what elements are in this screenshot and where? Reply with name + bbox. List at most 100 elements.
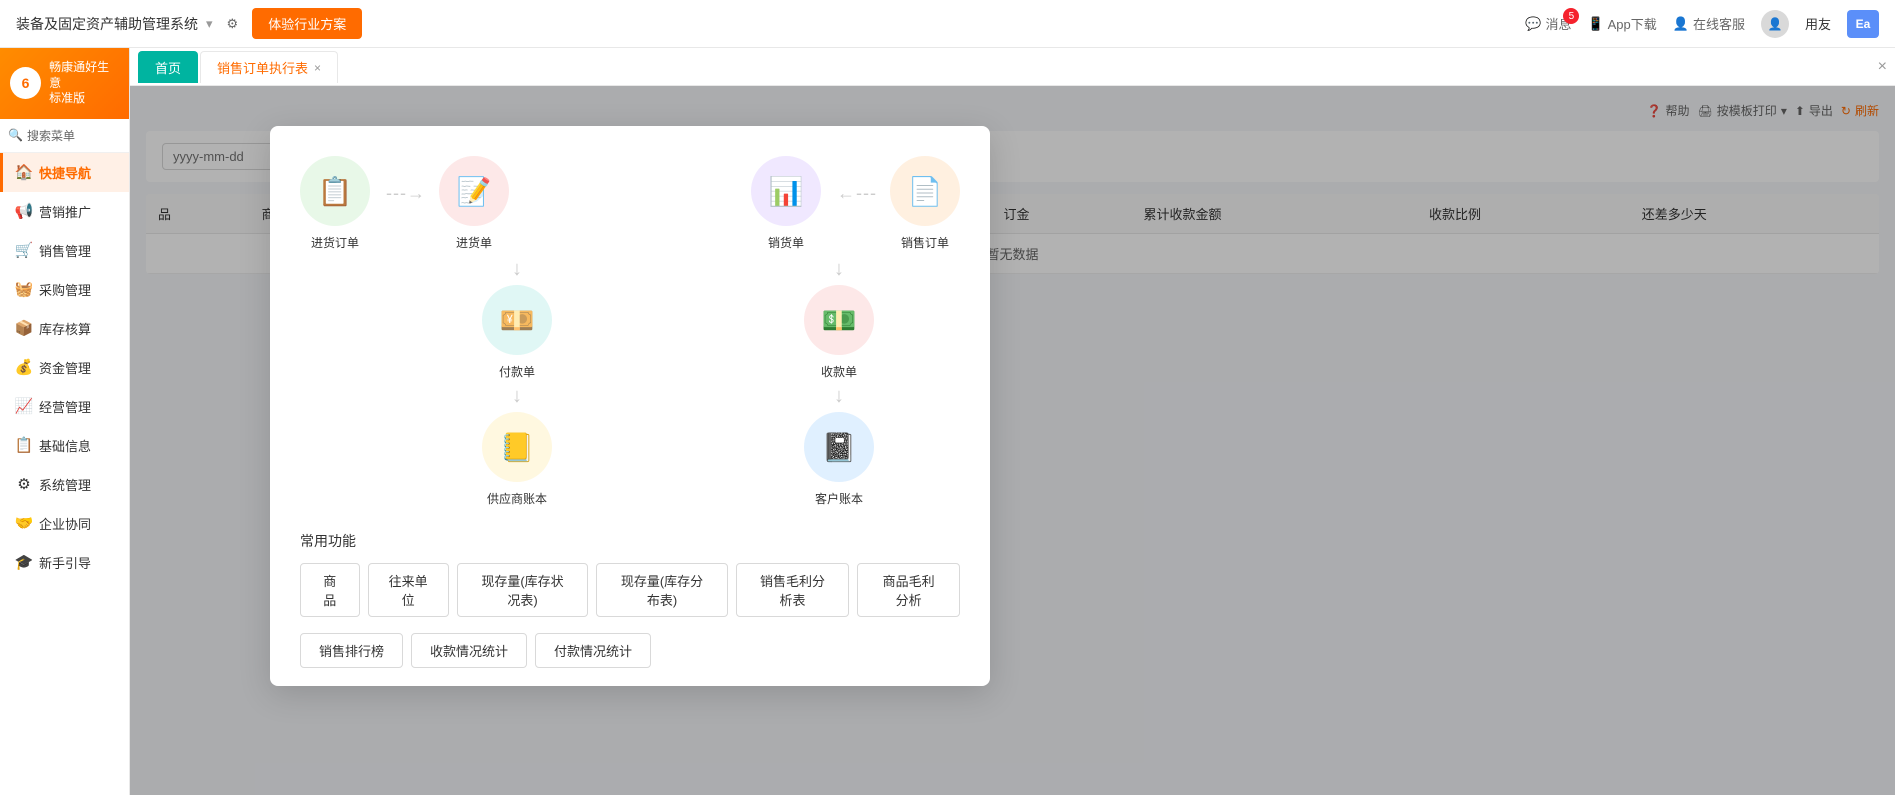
tab-close-btn[interactable]: × (314, 61, 321, 75)
flow-node-customer[interactable]: 📓 客户账本 (804, 412, 874, 507)
receipt-col: ↓ 💵 收款单 ↓ 📓 客户账本 (804, 259, 874, 507)
quick-btn-0-3[interactable]: 现存量(库存分布表) (596, 563, 728, 617)
tab-bar-close-btn[interactable]: × (1878, 58, 1887, 76)
message-badge: 5 (1563, 8, 1579, 24)
online-service-btn[interactable]: 👤 在线客服 (1673, 14, 1745, 33)
flow-node-supplier[interactable]: 📒 供应商账本 (482, 412, 552, 507)
arrow-down-receipt: ↓ (834, 259, 844, 279)
sidebar-nav: 🏠快捷导航📢营销推广🛒销售管理 🧺 采购管理 📦 库存核算 💰 资金管理 📈经营管理📋基础信息… (0, 153, 129, 582)
sales-order-tab-label: 销售订单执行表 (217, 58, 308, 77)
nav-icon-system: ⚙ (15, 475, 33, 493)
user-avatar: 👤 (1761, 10, 1789, 38)
quick-buttons-container: 商品往来单位现存量(库存状况表)现存量(库存分布表)销售毛利分析表商品毛利分析销… (300, 563, 960, 676)
top-bar-right: 💬 消息 5 📱 App下载 👤 在线客服 👤 用友 Ea (1525, 10, 1879, 38)
flow-node-purchase-bill[interactable]: 📝 进货单 (439, 156, 509, 251)
sidebar-item-home[interactable]: 🏠快捷导航 (0, 153, 129, 192)
sidebar-search[interactable]: 🔍 搜索菜单 (0, 119, 129, 153)
tab-sales-order[interactable]: 销售订单执行表 × (200, 51, 338, 83)
nav-icon-home: 🏠 (15, 163, 33, 181)
nav-icon-finance: 💰 (15, 358, 33, 376)
sidebar-item-purchase[interactable]: 🧺 采购管理 (0, 270, 129, 309)
sales-order-label: 销售订单 (901, 234, 949, 251)
quick-btn-0-4[interactable]: 销售毛利分析表 (736, 563, 850, 617)
sales-bill-icon: 📊 (751, 156, 821, 226)
dropdown-icon[interactable]: ▾ (206, 16, 213, 32)
message-icon: 💬 (1525, 16, 1541, 32)
payment-label: 付款单 (499, 363, 535, 380)
experience-button[interactable]: 体验行业方案 (252, 8, 362, 39)
purchase-order-icon: 📋 (300, 156, 370, 226)
tab-home[interactable]: 首页 (138, 51, 198, 83)
quick-btn-0-0[interactable]: 商品 (300, 563, 360, 617)
arrow-down-customer: ↓ (834, 386, 844, 406)
app-download-label: App下载 (1608, 14, 1657, 33)
sidebar-item-collab[interactable]: 🤝企业协同 (0, 504, 129, 543)
receipt-label: 收款单 (821, 363, 857, 380)
quick-btn-0-2[interactable]: 现存量(库存状况表) (457, 563, 589, 617)
nav-label-finance: 资金管理 (39, 358, 91, 377)
nav-icon-inventory: 📦 (15, 319, 33, 337)
system-title: 装备及固定资产辅助管理系统 (16, 14, 198, 34)
nav-icon-operations: 📈 (15, 397, 33, 415)
sidebar-item-system[interactable]: ⚙ 系统管理 (0, 465, 129, 504)
content-area: 首页 销售订单执行表 × × ❓ 帮助 🖨 (130, 48, 1895, 795)
quick-btn-0-1[interactable]: 往来单位 (368, 563, 449, 617)
sidebar-logo: 6 畅康通好生意 标准版 (0, 48, 129, 119)
quick-btn-1-0[interactable]: 销售排行榜 (300, 633, 403, 668)
settings-btn[interactable]: ⚙ (221, 12, 245, 36)
flow-row-2: ↓ 💴 付款单 ↓ 📒 供应商账本 (300, 259, 960, 507)
supplier-label: 供应商账本 (487, 490, 547, 507)
flow-node-sales-bill[interactable]: 📊 销货单 (751, 156, 821, 251)
quick-functions: 常用功能 商品往来单位现存量(库存状况表)现存量(库存分布表)销售毛利分析表商品… (300, 531, 960, 676)
quick-title: 常用功能 (300, 531, 960, 551)
flow-node-sales-order[interactable]: 📄 销售订单 (890, 156, 960, 251)
arrow-down-payment: ↓ (512, 259, 522, 279)
flow-node-payment[interactable]: 💴 付款单 (482, 285, 552, 380)
sidebar: 6 畅康通好生意 标准版 🔍 搜索菜单 🏠快捷导航📢营销推广🛒销售管理 🧺 采购管理… (0, 48, 130, 795)
quick-btn-1-2[interactable]: 付款情况统计 (535, 633, 651, 668)
arrow-down-supplier: ↓ (512, 386, 522, 406)
sales-bill-label: 销货单 (768, 234, 804, 251)
customer-label: 客户账本 (815, 490, 863, 507)
sidebar-item-marketing[interactable]: 📢营销推广 (0, 192, 129, 231)
app-download-btn[interactable]: 📱 App下载 (1587, 14, 1656, 33)
arrow-so-sb: ← - - - (837, 183, 874, 204)
payment-icon: 💴 (482, 285, 552, 355)
modal-box: 📋 进货订单 - - - → 📝 进货单 (270, 126, 990, 686)
modal-overlay[interactable]: 📋 进货订单 - - - → 📝 进货单 (130, 86, 1895, 795)
sidebar-item-inventory[interactable]: 📦 库存核算 (0, 309, 129, 348)
nav-label-collab: 企业协同 (39, 514, 91, 533)
flow-node-receipt[interactable]: 💵 收款单 (804, 285, 874, 380)
top-bar: 装备及固定资产辅助管理系统 ▾ ⚙ 体验行业方案 💬 消息 5 📱 App下载 … (0, 0, 1895, 48)
flow-row-1: 📋 进货订单 - - - → 📝 进货单 (300, 156, 960, 251)
sidebar-item-finance[interactable]: 💰 资金管理 (0, 348, 129, 387)
purchase-bill-label: 进货单 (456, 234, 492, 251)
nav-label-purchase: 采购管理 (39, 280, 91, 299)
ea-badge: Ea (1847, 10, 1879, 38)
sidebar-item-sales[interactable]: 🛒销售管理 (0, 231, 129, 270)
nav-label-newbie: 新手引导 (39, 553, 91, 572)
search-icon: 🔍 (8, 128, 23, 142)
quick-btn-0-5[interactable]: 商品毛利分析 (857, 563, 960, 617)
message-btn[interactable]: 💬 消息 5 (1525, 14, 1571, 33)
quick-btn-1-1[interactable]: 收款情况统计 (411, 633, 527, 668)
purchase-bill-icon: 📝 (439, 156, 509, 226)
nav-label-system: 系统管理 (39, 475, 91, 494)
search-label: 搜索菜单 (27, 127, 75, 144)
nav-label-marketing: 营销推广 (39, 202, 91, 221)
logo-icon: 6 (10, 67, 41, 99)
sidebar-item-operations[interactable]: 📈经营管理 (0, 387, 129, 426)
supplier-icon: 📒 (482, 412, 552, 482)
flow-diagram: 📋 进货订单 - - - → 📝 进货单 (300, 156, 960, 507)
nav-label-inventory: 库存核算 (39, 319, 91, 338)
nav-icon-newbie: 🎓 (15, 553, 33, 571)
flow-node-purchase-order[interactable]: 📋 进货订单 (300, 156, 370, 251)
nav-icon-purchase: 🧺 (15, 280, 33, 298)
sidebar-item-newbie[interactable]: 🎓 新手引导 (0, 543, 129, 582)
nav-icon-sales: 🛒 (15, 241, 33, 259)
top-bar-left: 装备及固定资产辅助管理系统 ▾ ⚙ 体验行业方案 (16, 8, 1513, 39)
arrow-po-pb: - - - → (386, 183, 423, 204)
receipt-icon: 💵 (804, 285, 874, 355)
sidebar-item-basic[interactable]: 📋基础信息 (0, 426, 129, 465)
nav-label-basic: 基础信息 (39, 436, 91, 455)
